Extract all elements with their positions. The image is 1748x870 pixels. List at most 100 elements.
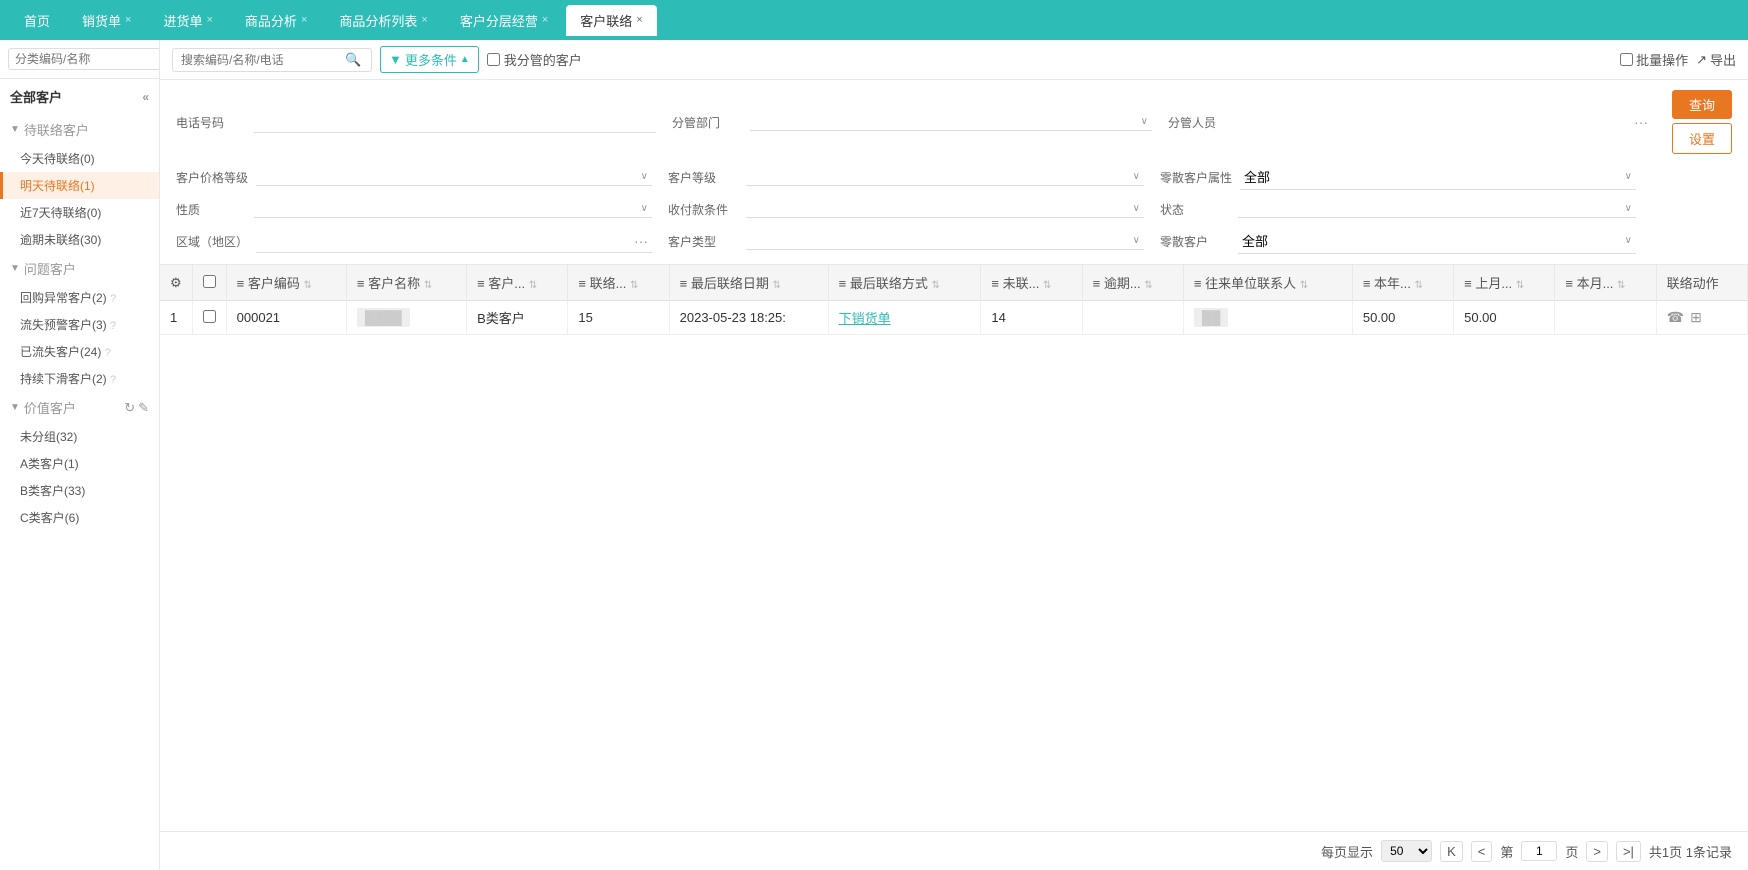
nav-tab-customer-ops[interactable]: 客户分层经营 × xyxy=(446,5,562,36)
close-analysis-tab[interactable]: × xyxy=(301,14,307,26)
content-area: 🔍 ▼ 更多条件 ▲ 我分管的客户 批量操作 ↗ 导出 xyxy=(160,40,1748,870)
nav-tab-purchase[interactable]: 进货单 × xyxy=(149,5,226,36)
sidebar-item-today-contact[interactable]: 今天待联络(0) xyxy=(0,145,159,172)
table-row: 1 000021 ████ B类客户 15 2023-05-23 18:25: … xyxy=(160,301,1748,335)
search-icon[interactable]: 🔍 xyxy=(345,52,361,68)
page-input[interactable] xyxy=(1521,841,1557,861)
more-conditions-button[interactable]: ▼ 更多条件 ▲ xyxy=(380,46,479,73)
batch-check[interactable] xyxy=(1620,53,1633,66)
col-not-contacted[interactable]: ≡ 未联... ⇅ xyxy=(981,265,1082,301)
filter-customer-type: 客户类型 ∨ xyxy=(668,232,1144,250)
prev-page-button[interactable]: < xyxy=(1471,841,1493,862)
col-last-month[interactable]: ≡ 上月... ⇅ xyxy=(1454,265,1555,301)
close-sales-tab[interactable]: × xyxy=(125,14,131,26)
search-box[interactable]: 🔍 xyxy=(172,48,372,72)
filter-row-4: 区域（地区） ··· 客户类型 ∨ 零散客户 全部 xyxy=(176,228,1732,254)
row-type: B类客户 xyxy=(467,301,568,335)
close-analysis-list-tab[interactable]: × xyxy=(421,14,427,26)
sidebar-item-overdue-contact[interactable]: 逾期未联络(30) xyxy=(0,226,159,253)
table-area: ⚙ ≡ 客户编码 ⇅ ≡ 客户名称 ⇅ ≡ 客户... ⇅ ≡ 联络... ⇅ … xyxy=(160,265,1748,831)
row-index: 1 xyxy=(160,301,192,335)
row-last-month: 50.00 xyxy=(1454,301,1555,335)
filter-price-level-label: 客户价格等级 xyxy=(176,169,248,186)
col-this-month[interactable]: ≡ 本月... ⇅ xyxy=(1555,265,1656,301)
sidebar-item-tomorrow-contact[interactable]: 明天待联络(1) xyxy=(0,172,159,199)
sidebar-item-class-b[interactable]: B类客户(33) xyxy=(0,477,159,504)
filter-retail-attr-select[interactable]: 全部 ∨ xyxy=(1240,164,1636,190)
query-button[interactable]: 查询 xyxy=(1672,90,1732,119)
action-grid-icon[interactable]: ⊞ xyxy=(1690,309,1702,326)
filter-phone-input[interactable] xyxy=(254,112,656,133)
my-customers-check[interactable] xyxy=(487,53,500,66)
sort-type-icon: ⇅ xyxy=(529,280,537,291)
filter-price-level: 客户价格等级 ∨ xyxy=(176,168,652,186)
filter-dept-select[interactable]: ∨ xyxy=(750,113,1152,131)
page-size-select[interactable]: 50 10 20 100 xyxy=(1381,840,1432,862)
filter-retail-customer-select[interactable]: 全部 ∨ xyxy=(1238,228,1636,254)
col-contact[interactable]: ≡ 联络... ⇅ xyxy=(568,265,669,301)
filter-customer-level-select[interactable]: ∨ xyxy=(746,168,1144,186)
sidebar-item-repurchase-abnormal[interactable]: 回购异常客户(2) ? xyxy=(0,284,159,311)
filter-payment-select[interactable]: ∨ xyxy=(746,200,1144,218)
col-code[interactable]: ≡ 客户编码 ⇅ xyxy=(226,265,346,301)
sort-code-icon: ⇅ xyxy=(303,280,311,291)
close-purchase-tab[interactable]: × xyxy=(206,14,212,26)
filter-customer-level-label: 客户等级 xyxy=(668,169,738,186)
sidebar-item-churned[interactable]: 已流失客户(24) ? xyxy=(0,338,159,365)
row-not-contacted: 14 xyxy=(981,301,1082,335)
col-name[interactable]: ≡ 客户名称 ⇅ xyxy=(346,265,466,301)
gear-header[interactable]: ⚙ xyxy=(160,265,192,301)
filter-status-select[interactable]: ∨ xyxy=(1238,200,1636,218)
col-overdue[interactable]: ≡ 逾期... ⇅ xyxy=(1082,265,1183,301)
nav-tab-sales[interactable]: 销货单 × xyxy=(68,5,145,36)
filter-customer-type-select[interactable]: ∨ xyxy=(746,232,1144,250)
nav-home[interactable]: 首页 xyxy=(10,5,64,36)
sidebar-item-class-a[interactable]: A类客户(1) xyxy=(0,450,159,477)
checkbox-header[interactable] xyxy=(192,265,226,301)
last-page-button[interactable]: >| xyxy=(1616,841,1641,862)
sidebar-item-churn-warning[interactable]: 流失预警客户(3) ? xyxy=(0,311,159,338)
col-type[interactable]: ≡ 客户... ⇅ xyxy=(467,265,568,301)
sidebar-item-class-c[interactable]: C类客户(6) xyxy=(0,504,159,531)
sidebar-item-declining[interactable]: 持续下滑客户(2) ? xyxy=(0,365,159,392)
sidebar-item-week-contact[interactable]: 近7天待联络(0) xyxy=(0,199,159,226)
sidebar-search-input[interactable] xyxy=(8,48,160,70)
group-problem-customers[interactable]: ▼ 问题客户 xyxy=(0,253,159,284)
action-phone-icon[interactable]: ☎ xyxy=(1667,309,1684,326)
sidebar-search-area: 🔍 xyxy=(0,40,159,79)
edit-icon[interactable]: ✎ xyxy=(138,400,149,416)
row-checkbox[interactable] xyxy=(203,310,216,323)
group-value-customers[interactable]: ▼ 价值客户 ↻ ✎ xyxy=(0,392,159,423)
sidebar-item-unclassified[interactable]: 未分组(32) xyxy=(0,423,159,450)
nav-tab-analysis[interactable]: 商品分析 × xyxy=(231,5,321,36)
region-dots-button[interactable]: ··· xyxy=(634,233,648,249)
first-page-button[interactable]: K xyxy=(1440,841,1463,862)
select-all-checkbox[interactable] xyxy=(203,275,216,288)
col-last-date[interactable]: ≡ 最后联络日期 ⇅ xyxy=(669,265,828,301)
payment-arrow-icon: ∨ xyxy=(1133,203,1140,214)
col-unit-contact[interactable]: ≡ 往来单位联系人 ⇅ xyxy=(1183,265,1352,301)
all-customers-label[interactable]: 全部客户 « xyxy=(0,79,159,114)
filter-nature-select[interactable]: ∨ xyxy=(254,200,652,218)
row-name: ████ xyxy=(346,301,466,335)
row-last-way[interactable]: 下销货单 xyxy=(828,301,981,335)
my-customers-checkbox[interactable]: 我分管的客户 xyxy=(487,50,582,69)
close-customer-ops-tab[interactable]: × xyxy=(542,14,548,26)
nav-tab-customer-contact[interactable]: 客户联络 × xyxy=(566,5,656,36)
manager-dots-button[interactable]: ··· xyxy=(1634,114,1648,130)
nav-tab-analysis-list[interactable]: 商品分析列表 × xyxy=(325,5,441,36)
col-this-year[interactable]: ≡ 本年... ⇅ xyxy=(1352,265,1453,301)
refresh-icon[interactable]: ↻ xyxy=(124,400,135,416)
group-pending-contact[interactable]: ▼ 待联络客户 xyxy=(0,114,159,145)
next-page-button[interactable]: > xyxy=(1586,841,1608,862)
row-checkbox-cell[interactable] xyxy=(192,301,226,335)
export-button[interactable]: ↗ 导出 xyxy=(1696,50,1736,69)
search-input[interactable] xyxy=(181,53,341,67)
collapse-icon[interactable]: « xyxy=(142,90,149,104)
row-code: 000021 xyxy=(226,301,346,335)
reset-button[interactable]: 设置 xyxy=(1672,123,1732,154)
col-last-way[interactable]: ≡ 最后联络方式 ⇅ xyxy=(828,265,981,301)
filter-price-level-select[interactable]: ∨ xyxy=(256,168,652,186)
batch-op-button[interactable]: 批量操作 xyxy=(1620,50,1688,69)
close-customer-contact-tab[interactable]: × xyxy=(636,14,642,26)
